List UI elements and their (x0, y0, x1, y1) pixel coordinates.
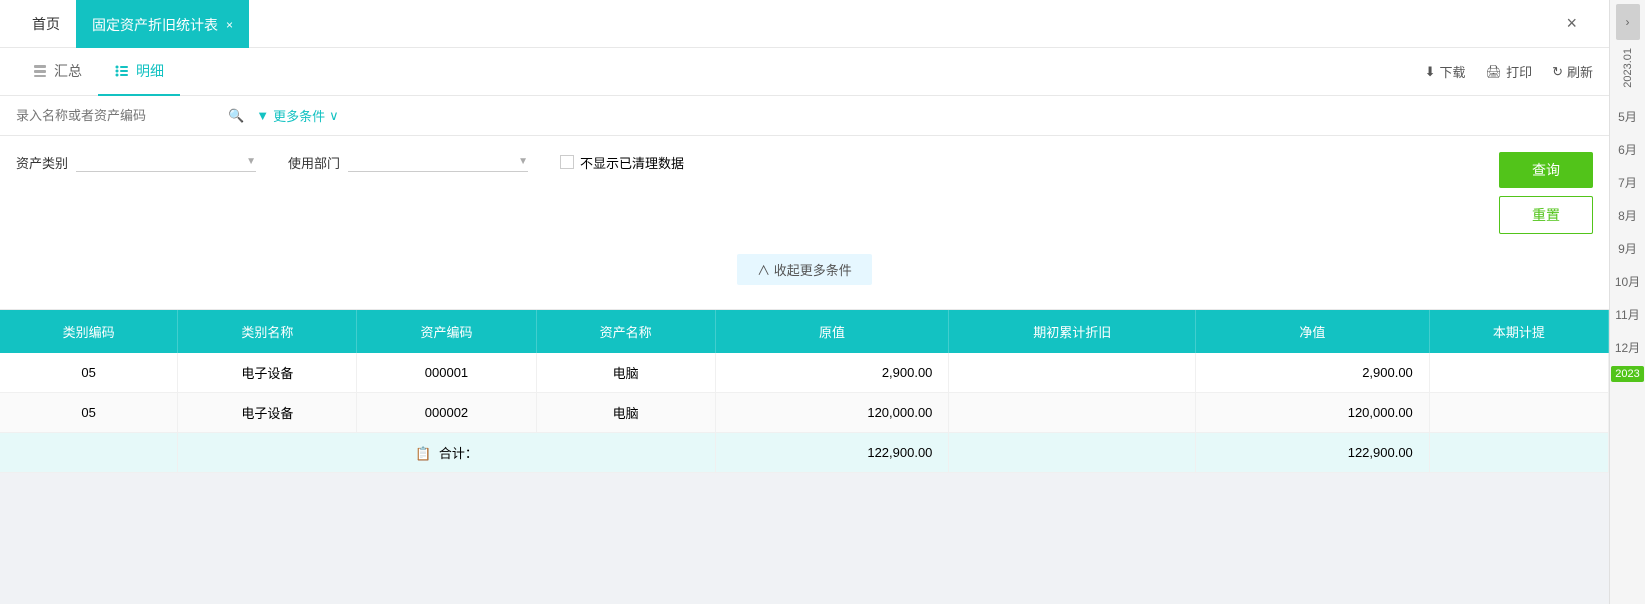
reset-button[interactable]: 重置 (1499, 196, 1593, 234)
cell-category-code: 05 (0, 393, 178, 433)
cell-asset-code: 000001 (357, 353, 536, 393)
search-icon[interactable]: 🔍 (228, 108, 244, 124)
month-9[interactable]: 9月 (1610, 232, 1645, 265)
layers-icon (32, 63, 48, 79)
table-row: 05 电子设备 000002 电脑 120,000.00 120,000.00 (0, 393, 1609, 433)
cell-category-code: 05 (0, 353, 178, 393)
department-label: 使用部门 (288, 153, 340, 172)
print-label: 打印 (1506, 62, 1532, 81)
collapse-label: 收起更多条件 (774, 263, 852, 278)
cell-accumulated-depreciation (949, 353, 1196, 393)
asset-category-select[interactable]: ▼ (76, 152, 256, 172)
right-sidebar: › 2023.01 5月 6月 7月 8月 9月 10月 11月 12月 202… (1609, 0, 1645, 604)
total-label: 📋 合计： (178, 433, 715, 473)
list-icon (114, 63, 130, 79)
total-current-depreciation (1429, 433, 1608, 473)
cell-current-depreciation (1429, 353, 1608, 393)
more-filters-button[interactable]: ▼ 更多条件 ∨ (256, 106, 338, 125)
cell-category-name: 电子设备 (178, 353, 357, 393)
refresh-button[interactable]: ↻ 刷新 (1552, 62, 1593, 81)
cell-net-value: 120,000.00 (1196, 393, 1430, 433)
download-button[interactable]: ⬇ 下载 (1425, 62, 1466, 81)
hide-cleared-filter[interactable]: 不显示已清理数据 (560, 153, 684, 172)
tab-close-icon[interactable]: × (226, 18, 233, 32)
tab-detail[interactable]: 明细 (98, 48, 180, 96)
department-select[interactable]: ▼ (348, 152, 528, 172)
window-close-icon[interactable]: × (1550, 13, 1593, 34)
month-12[interactable]: 12月 (1610, 331, 1645, 364)
total-icon-cell (0, 433, 178, 473)
refresh-label: 刷新 (1567, 62, 1593, 81)
active-tab[interactable]: 固定资产折旧统计表 × (76, 0, 249, 48)
tab-label: 固定资产折旧统计表 (92, 15, 218, 35)
cell-asset-name: 电脑 (536, 393, 715, 433)
cell-category-name: 电子设备 (178, 393, 357, 433)
cell-current-depreciation (1429, 393, 1608, 433)
download-icon: ⬇ (1425, 64, 1436, 80)
print-icon: 🖨 (1486, 64, 1503, 80)
table-row: 05 电子设备 000001 电脑 2,900.00 2,900.00 (0, 353, 1609, 393)
chevron-down-icon: ∨ (329, 108, 339, 124)
tab-summary[interactable]: 汇总 (16, 48, 98, 96)
total-original-value: 122,900.00 (715, 433, 949, 473)
date-display: 2023.01 (1620, 44, 1636, 92)
total-net-value: 122,900.00 (1196, 433, 1430, 473)
query-button[interactable]: 查询 (1499, 152, 1593, 188)
search-input[interactable] (16, 108, 216, 123)
col-current-depreciation: 本期计提 (1429, 310, 1608, 353)
nav-home[interactable]: 首页 (16, 14, 76, 34)
month-10[interactable]: 10月 (1610, 265, 1645, 298)
cell-original-value: 2,900.00 (715, 353, 949, 393)
cell-original-value: 120,000.00 (715, 393, 949, 433)
filter-label: 更多条件 (273, 106, 325, 125)
department-filter: 使用部门 ▼ (288, 152, 528, 172)
chevron-down-icon: ▼ (246, 156, 256, 167)
year-badge[interactable]: 2023 (1611, 366, 1643, 382)
total-accumulated-depreciation (949, 433, 1196, 473)
tab-detail-label: 明细 (136, 61, 164, 81)
tab-summary-label: 汇总 (54, 61, 82, 81)
hide-cleared-label: 不显示已清理数据 (580, 153, 684, 172)
col-asset-code: 资产编码 (357, 310, 536, 353)
print-button[interactable]: 🖨 打印 (1486, 62, 1533, 81)
col-net-value: 净值 (1196, 310, 1430, 353)
cell-net-value: 2,900.00 (1196, 353, 1430, 393)
data-table: 类别编码 类别名称 资产编码 资产名称 原值 期初累计折旧 净值 本期计提 05… (0, 310, 1609, 604)
sidebar-expand-arrow[interactable]: › (1616, 4, 1640, 40)
month-5[interactable]: 5月 (1610, 100, 1645, 133)
col-asset-name: 资产名称 (536, 310, 715, 353)
hide-cleared-checkbox[interactable] (560, 155, 574, 169)
col-category-name: 类别名称 (178, 310, 357, 353)
sum-icon: 📋 (415, 446, 431, 461)
month-8[interactable]: 8月 (1610, 199, 1645, 232)
collapse-button[interactable]: ∧ 收起更多条件 (16, 246, 1593, 293)
cell-asset-code: 000002 (357, 393, 536, 433)
download-label: 下载 (1440, 62, 1466, 81)
asset-category-filter: 资产类别 ▼ (16, 152, 256, 172)
cell-asset-name: 电脑 (536, 353, 715, 393)
cell-accumulated-depreciation (949, 393, 1196, 433)
month-11[interactable]: 11月 (1610, 298, 1645, 331)
month-7[interactable]: 7月 (1610, 166, 1645, 199)
filter-icon: ▼ (256, 108, 269, 123)
collapse-up-icon: ∧ (757, 263, 774, 278)
asset-category-label: 资产类别 (16, 153, 68, 172)
col-category-code: 类别编码 (0, 310, 178, 353)
table-total-row: 📋 合计： 122,900.00 122,900.00 (0, 433, 1609, 473)
refresh-icon: ↻ (1552, 64, 1563, 80)
col-original-value: 原值 (715, 310, 949, 353)
col-accumulated-depreciation: 期初累计折旧 (949, 310, 1196, 353)
month-6[interactable]: 6月 (1610, 133, 1645, 166)
chevron-down-icon: ▼ (518, 156, 528, 167)
